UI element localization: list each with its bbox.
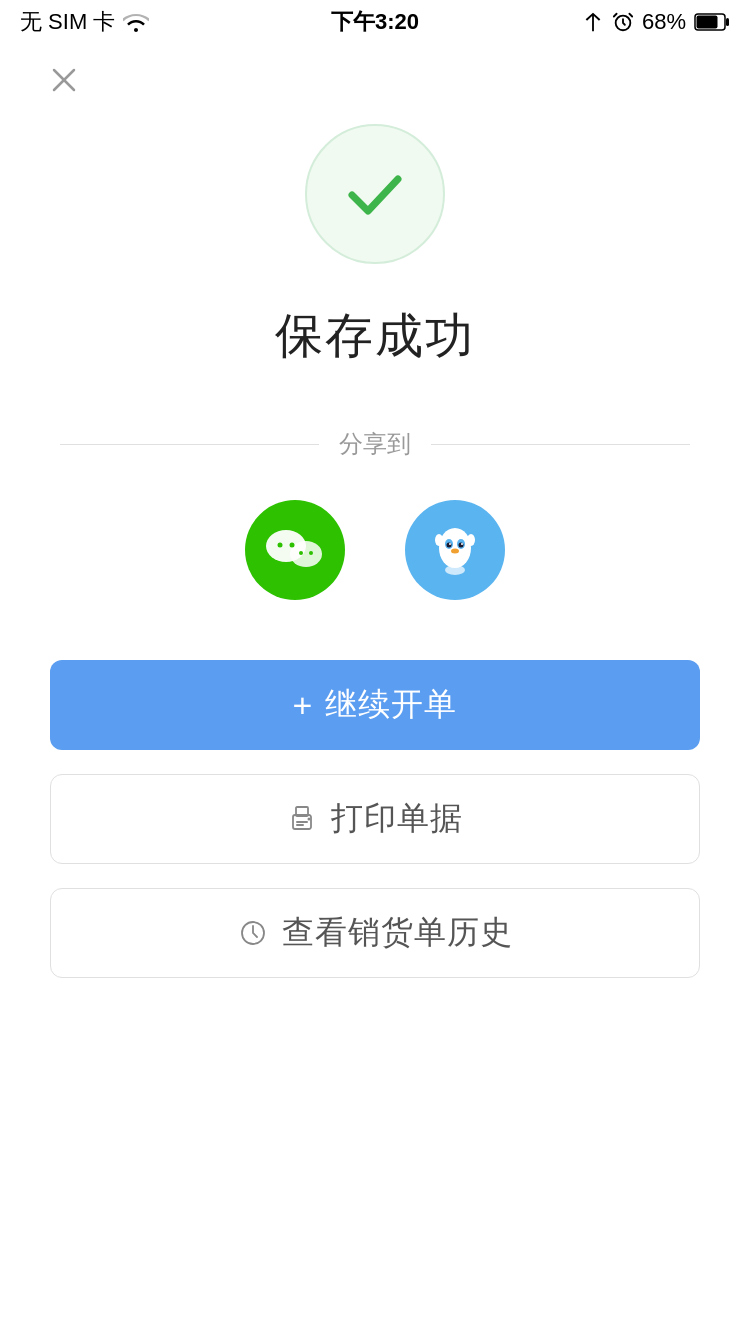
continue-order-button[interactable]: + 继续开单 (50, 660, 700, 750)
svg-point-13 (445, 565, 465, 575)
svg-rect-25 (296, 821, 308, 823)
svg-point-17 (459, 543, 464, 548)
history-button[interactable]: 查看销货单历史 (50, 888, 700, 978)
status-bar-left: 无 SIM 卡 (20, 7, 149, 37)
share-icons-row (245, 500, 505, 600)
alarm-icon (612, 11, 634, 33)
qq-icon (425, 520, 485, 580)
share-section: 分享到 (0, 428, 750, 600)
divider-right (431, 444, 690, 445)
svg-point-19 (461, 543, 463, 545)
svg-point-18 (449, 543, 451, 545)
history-label: 查看销货单历史 (282, 911, 513, 955)
action-buttons: + 继续开单 打印单据 查看销货单历史 (0, 660, 750, 978)
status-bar-right: 68% (582, 9, 730, 35)
battery-percent: 68% (642, 9, 686, 35)
svg-point-7 (290, 541, 322, 567)
share-label: 分享到 (319, 428, 431, 460)
svg-point-8 (278, 543, 283, 548)
svg-point-9 (290, 543, 295, 548)
print-label: 打印单据 (331, 797, 463, 841)
wechat-share-button[interactable] (245, 500, 345, 600)
svg-point-11 (309, 551, 313, 555)
wifi-icon (123, 12, 149, 32)
svg-point-22 (467, 534, 475, 546)
plus-icon: + (293, 686, 314, 725)
svg-point-27 (308, 818, 311, 821)
battery-icon (694, 13, 730, 31)
divider-left (60, 444, 319, 445)
svg-rect-2 (726, 18, 729, 26)
print-icon (287, 804, 317, 834)
success-title: 保存成功 (275, 304, 475, 368)
success-icon-circle (305, 124, 445, 264)
svg-rect-26 (296, 824, 304, 826)
share-divider-row: 分享到 (0, 428, 750, 460)
sim-status: 无 SIM 卡 (20, 7, 115, 37)
close-button[interactable] (40, 56, 88, 104)
svg-point-10 (299, 551, 303, 555)
continue-order-label: 继续开单 (325, 683, 457, 727)
svg-point-12 (439, 528, 471, 568)
svg-rect-3 (697, 16, 718, 29)
print-button[interactable]: 打印单据 (50, 774, 700, 864)
main-content: 保存成功 分享到 (0, 44, 750, 1334)
checkmark-icon (340, 159, 410, 229)
svg-point-20 (451, 549, 459, 554)
wechat-icon (264, 524, 326, 576)
svg-point-21 (435, 534, 443, 546)
qq-share-button[interactable] (405, 500, 505, 600)
history-icon (238, 918, 268, 948)
location-icon (582, 11, 604, 33)
status-bar: 无 SIM 卡 下午3:20 68% (0, 0, 750, 44)
svg-point-16 (447, 543, 452, 548)
status-bar-time: 下午3:20 (331, 7, 419, 37)
